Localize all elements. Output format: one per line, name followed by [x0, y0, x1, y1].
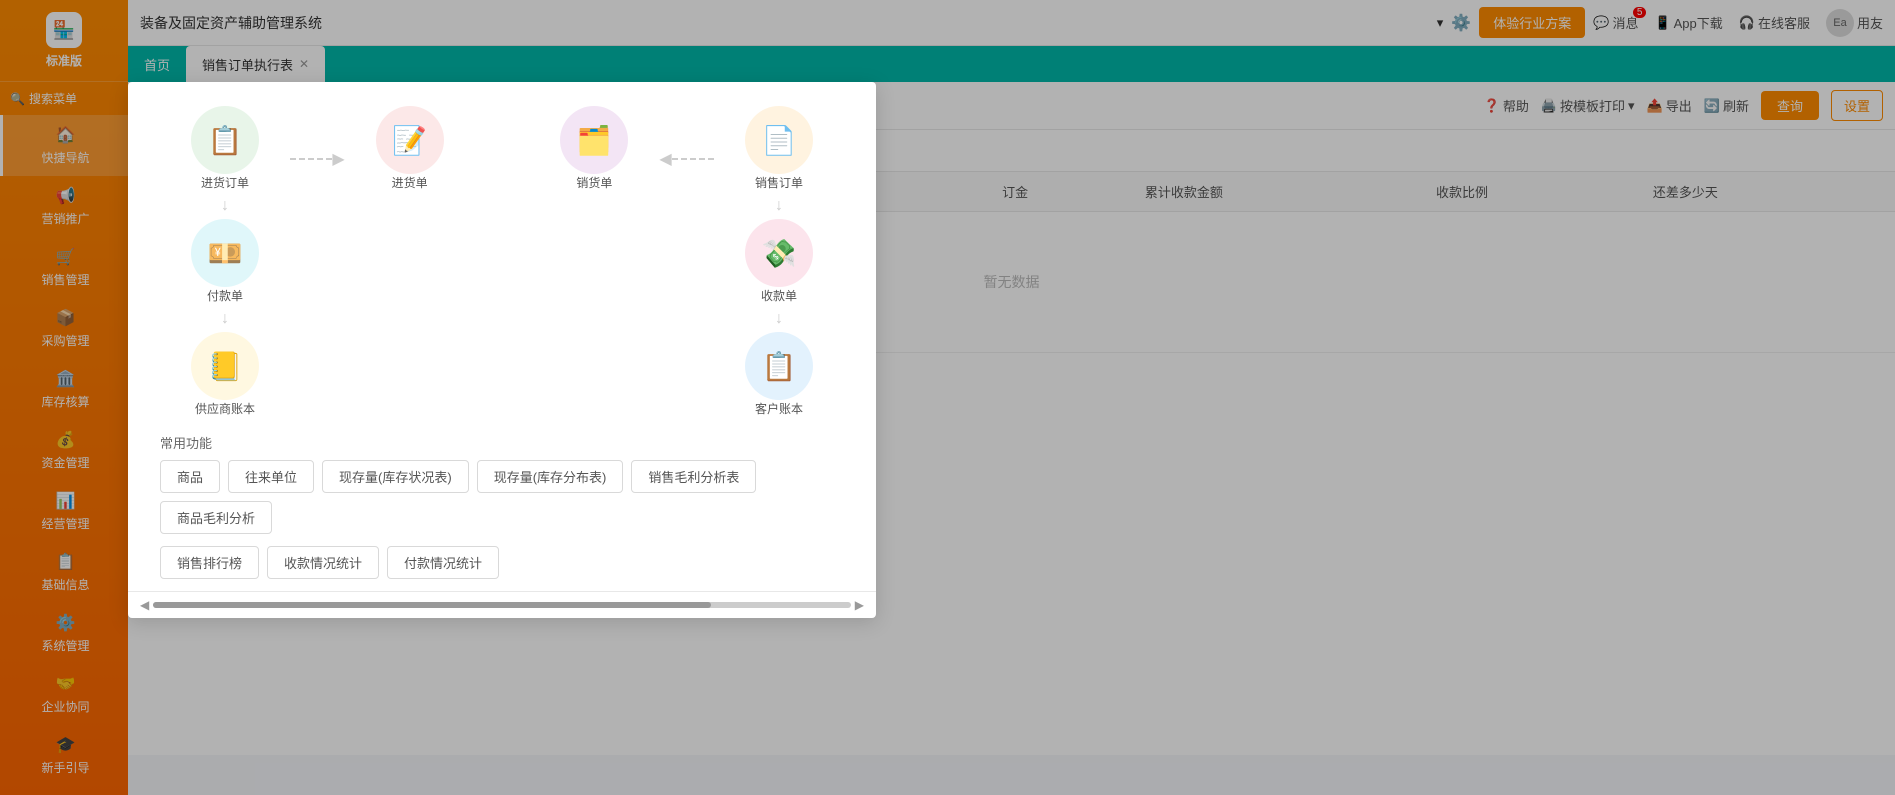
purchase-slip-icon: 📝	[392, 124, 427, 157]
customer-ledger-circle[interactable]: 📋	[745, 332, 813, 400]
btn-receipt-stats[interactable]: 收款情况统计	[267, 546, 379, 579]
scroll-track[interactable]	[153, 602, 851, 608]
btn-sales-rank[interactable]: 销售排行榜	[160, 546, 259, 579]
scroll-thumb	[153, 602, 711, 608]
common-btns-row1: 商品 往来单位 现存量(库存状况表) 现存量(库存分布表) 销售毛利分析表 商品…	[160, 460, 844, 534]
down-arrow-supplier: ↓	[221, 310, 229, 328]
payment-slip-icon: 💴	[208, 237, 243, 270]
scroll-left-icon[interactable]: ◀	[140, 598, 149, 612]
quick-panel: 📋 进货订单 ▶ 📝 进货单 🗂️	[128, 82, 876, 618]
sales-order-icon: 📄	[762, 124, 797, 157]
down-arrow-right: ↓	[775, 197, 783, 215]
sales-order-label: 销售订单	[755, 174, 803, 191]
purchase-slip-col: 📝 进货单	[345, 106, 475, 191]
btn-payment-stats[interactable]: 付款情况统计	[387, 546, 499, 579]
down-arrow-customer: ↓	[775, 310, 783, 328]
sales-order-col: 📄 销售订单	[714, 106, 844, 191]
purchase-order-col: 📋 进货订单	[160, 106, 290, 191]
supplier-ledger-label: 供应商账本	[195, 400, 255, 417]
quick-panel-body: 📋 进货订单 ▶ 📝 进货单 🗂️	[128, 82, 876, 579]
purchase-order-icon: 📋	[208, 124, 243, 157]
customer-ledger-icon: 📋	[762, 350, 797, 383]
sales-order-circle[interactable]: 📄	[745, 106, 813, 174]
btn-stock-dist[interactable]: 现存量(库存分布表)	[477, 460, 624, 493]
scroll-right-icon[interactable]: ▶	[855, 598, 864, 612]
sales-slip-icon: 🗂️	[577, 124, 612, 157]
btn-sales-profit[interactable]: 销售毛利分析表	[631, 460, 756, 493]
customer-ledger-label: 客户账本	[755, 400, 803, 417]
purchase-order-label: 进货订单	[201, 174, 249, 191]
btn-goods[interactable]: 商品	[160, 460, 220, 493]
btn-goods-profit[interactable]: 商品毛利分析	[160, 501, 272, 534]
btn-partners[interactable]: 往来单位	[228, 460, 314, 493]
common-functions-title: 常用功能	[160, 433, 844, 452]
common-btns-row2: 销售排行榜 收款情况统计 付款情况统计	[160, 546, 844, 579]
receipt-slip-label: 收款单	[761, 287, 797, 304]
btn-stock-status[interactable]: 现存量(库存状况表)	[322, 460, 469, 493]
purchase-slip-label: 进货单	[392, 174, 428, 191]
supplier-ledger-icon: 📒	[208, 350, 243, 383]
payment-slip-circle[interactable]: 💴	[191, 219, 259, 287]
sales-slip-col: 🗂️ 销货单	[529, 106, 659, 191]
payment-slip-label: 付款单	[207, 287, 243, 304]
receipt-slip-icon: 💸	[762, 237, 797, 270]
sales-slip-circle[interactable]: 🗂️	[560, 106, 628, 174]
purchase-slip-circle[interactable]: 📝	[376, 106, 444, 174]
purchase-order-circle[interactable]: 📋	[191, 106, 259, 174]
sales-slip-label: 销货单	[576, 174, 612, 191]
receipt-slip-circle[interactable]: 💸	[745, 219, 813, 287]
scroll-indicator: ◀ ▶	[128, 591, 876, 618]
down-arrow-left: ↓	[221, 197, 229, 215]
supplier-ledger-circle[interactable]: 📒	[191, 332, 259, 400]
